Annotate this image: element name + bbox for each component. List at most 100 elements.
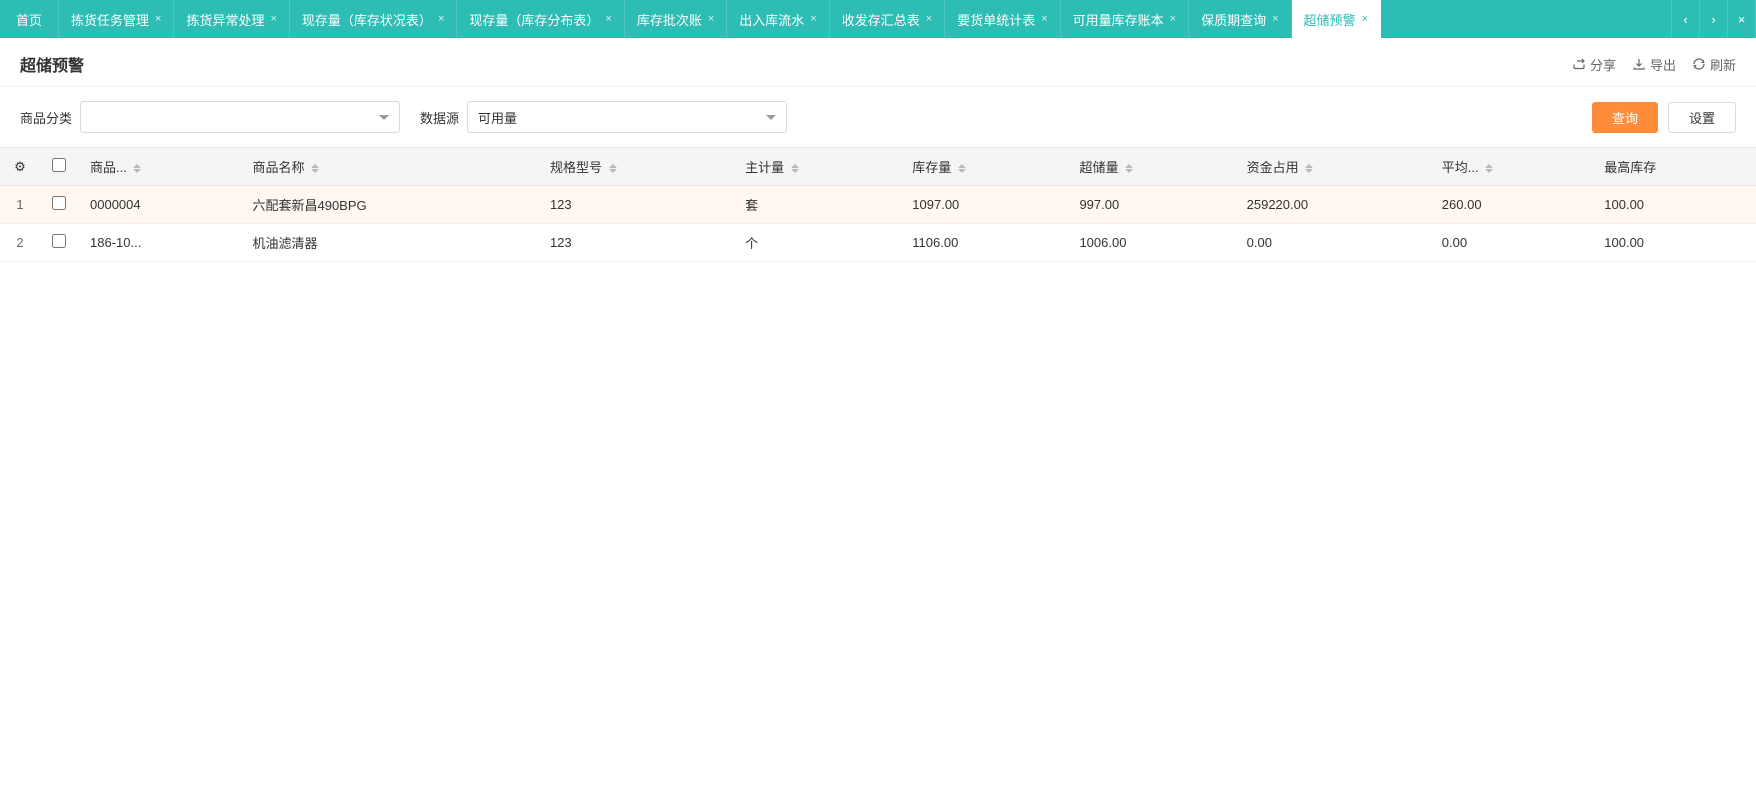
row-1-checkbox[interactable] xyxy=(52,196,66,210)
nav-home[interactable]: 首页 xyxy=(0,0,59,38)
th-unit[interactable]: 主计量 xyxy=(733,148,900,186)
nav-tab-6[interactable]: 出入库流水 × xyxy=(727,0,829,38)
product-category-label: 商品分类 xyxy=(20,108,72,127)
data-source-select[interactable]: 可用量 xyxy=(467,101,787,133)
th-settings[interactable]: ⚙ xyxy=(0,148,40,186)
row-2-checkbox[interactable] xyxy=(52,234,66,248)
row-1-max-stock: 100.00 xyxy=(1592,186,1756,224)
close-tab-8[interactable]: × xyxy=(1041,13,1047,25)
close-tab-9[interactable]: × xyxy=(1170,13,1176,25)
nav-arrows: ‹ › × xyxy=(1671,0,1756,38)
close-tab-4[interactable]: × xyxy=(605,13,611,25)
export-button[interactable]: 导出 xyxy=(1632,55,1676,74)
filter-product-category: 商品分类 xyxy=(20,101,400,133)
filter-buttons: 查询 设置 xyxy=(1592,102,1736,133)
row-1-avg: 260.00 xyxy=(1430,186,1592,224)
close-tab-7[interactable]: × xyxy=(926,13,932,25)
table-header-row: ⚙ 商品... 商品名称 xyxy=(0,148,1756,186)
th-avg[interactable]: 平均... xyxy=(1430,148,1592,186)
filter-bar: 商品分类 数据源 可用量 查询 设置 xyxy=(0,87,1756,147)
row-2-max-stock: 100.00 xyxy=(1592,224,1756,262)
export-icon xyxy=(1632,57,1646,71)
row-2-num: 2 xyxy=(0,224,40,262)
close-tab-11[interactable]: × xyxy=(1362,13,1368,25)
sort-stock xyxy=(958,164,966,173)
share-icon xyxy=(1572,57,1586,71)
row-1-capital-used: 259220.00 xyxy=(1235,186,1430,224)
th-capital-used[interactable]: 资金占用 xyxy=(1235,148,1430,186)
sort-product-code xyxy=(133,164,141,173)
th-stock[interactable]: 库存量 xyxy=(900,148,1067,186)
data-source-label: 数据源 xyxy=(420,108,459,127)
row-1-checkbox-cell xyxy=(40,186,78,224)
data-source-chevron xyxy=(766,115,776,120)
th-checkbox xyxy=(40,148,78,186)
close-tab-6[interactable]: × xyxy=(810,13,816,25)
row-2-spec: 123 xyxy=(538,224,733,262)
nav-tab-4[interactable]: 现存量（库存分布表） × xyxy=(457,0,624,38)
th-max-stock[interactable]: 最高库存 xyxy=(1592,148,1756,186)
nav-tab-3[interactable]: 现存量（库存状况表） × xyxy=(290,0,457,38)
select-all-checkbox[interactable] xyxy=(52,158,66,172)
data-source-value: 可用量 xyxy=(478,108,517,127)
row-2-product-code: 186-10... xyxy=(78,224,240,262)
nav-tab-10[interactable]: 保质期查询 × xyxy=(1189,0,1291,38)
row-2-over-stock: 1006.00 xyxy=(1067,224,1234,262)
sort-avg xyxy=(1485,164,1493,173)
close-tab-1[interactable]: × xyxy=(155,13,161,25)
close-tab-3[interactable]: × xyxy=(438,13,444,25)
close-tab-2[interactable]: × xyxy=(270,13,276,25)
close-tab-10[interactable]: × xyxy=(1272,13,1278,25)
th-over-stock[interactable]: 超储量 xyxy=(1067,148,1234,186)
row-1-num: 1 xyxy=(0,186,40,224)
row-1-over-stock: 997.00 xyxy=(1067,186,1234,224)
row-1-product-code: 0000004 xyxy=(78,186,240,224)
nav-prev-button[interactable]: ‹ xyxy=(1672,0,1700,38)
row-2-product-name: 机油滤清器 xyxy=(240,224,537,262)
nav-close-button[interactable]: × xyxy=(1728,0,1756,38)
settings-button[interactable]: 设置 xyxy=(1668,102,1736,133)
nav-tab-9[interactable]: 可用量库存账本 × xyxy=(1061,0,1189,38)
table-row: 1 0000004 六配套新昌490BPG 123 套 1097.00 997.… xyxy=(0,186,1756,224)
main-content: 超储预警 分享 导出 xyxy=(0,38,1756,800)
nav-tab-1[interactable]: 拣货任务管理 × xyxy=(59,0,174,38)
product-category-chevron xyxy=(379,115,389,120)
nav-tab-8[interactable]: 要货单统计表 × xyxy=(945,0,1060,38)
close-tab-5[interactable]: × xyxy=(708,13,714,25)
table-body: 1 0000004 六配套新昌490BPG 123 套 1097.00 997.… xyxy=(0,186,1756,262)
sort-capital-used xyxy=(1305,164,1313,173)
th-product-code[interactable]: 商品... xyxy=(78,148,240,186)
row-1-product-name: 六配套新昌490BPG xyxy=(240,186,537,224)
row-1-spec: 123 xyxy=(538,186,733,224)
row-2-checkbox-cell xyxy=(40,224,78,262)
refresh-button[interactable]: 刷新 xyxy=(1692,55,1736,74)
table-container: ⚙ 商品... 商品名称 xyxy=(0,147,1756,262)
th-product-name[interactable]: 商品名称 xyxy=(240,148,537,186)
sort-unit xyxy=(791,164,799,173)
th-spec[interactable]: 规格型号 xyxy=(538,148,733,186)
data-table: ⚙ 商品... 商品名称 xyxy=(0,147,1756,262)
nav-tab-5[interactable]: 库存批次账 × xyxy=(625,0,727,38)
query-button[interactable]: 查询 xyxy=(1592,102,1658,133)
page-title: 超储预警 xyxy=(20,52,84,76)
filter-data-source: 数据源 可用量 xyxy=(420,101,787,133)
nav-tab-11[interactable]: 超储预警 × xyxy=(1292,0,1381,38)
share-button[interactable]: 分享 xyxy=(1572,55,1616,74)
row-2-stock: 1106.00 xyxy=(900,224,1067,262)
header-actions: 分享 导出 刷新 xyxy=(1572,55,1736,74)
row-1-unit: 套 xyxy=(733,186,900,224)
sort-product-name xyxy=(311,164,319,173)
nav-tab-2[interactable]: 拣货异常处理 × xyxy=(174,0,289,38)
sort-over-stock xyxy=(1125,164,1133,173)
row-2-unit: 个 xyxy=(733,224,900,262)
nav-next-button[interactable]: › xyxy=(1700,0,1728,38)
nav-tab-7[interactable]: 收发存汇总表 × xyxy=(830,0,945,38)
product-category-select[interactable] xyxy=(80,101,400,133)
row-1-stock: 1097.00 xyxy=(900,186,1067,224)
row-2-capital-used: 0.00 xyxy=(1235,224,1430,262)
row-2-avg: 0.00 xyxy=(1430,224,1592,262)
sort-spec xyxy=(609,164,617,173)
table-row: 2 186-10... 机油滤清器 123 个 1106.00 1006.00 … xyxy=(0,224,1756,262)
table-header: ⚙ 商品... 商品名称 xyxy=(0,148,1756,186)
page-header: 超储预警 分享 导出 xyxy=(0,38,1756,87)
